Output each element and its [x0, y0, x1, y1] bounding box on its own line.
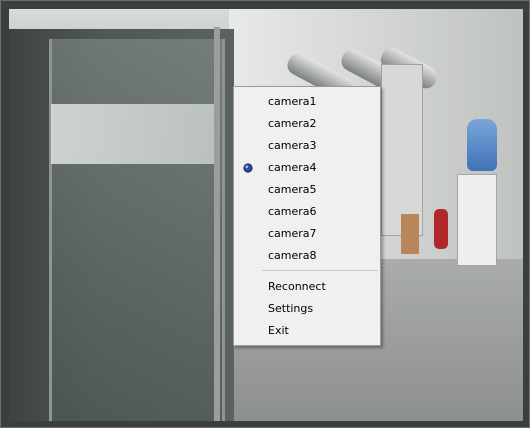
menu-item-label: camera8 [268, 249, 317, 262]
scene-fire-extinguisher [434, 209, 448, 249]
scene-water-bottle [467, 119, 497, 171]
menu-item-label: camera4 [268, 161, 317, 174]
menu-item-camera7[interactable]: camera7 [234, 223, 380, 245]
menu-separator [262, 270, 378, 271]
menu-item-camera6[interactable]: camera6 [234, 201, 380, 223]
menu-item-label: Settings [268, 302, 314, 315]
menu-item-reconnect[interactable]: Reconnect [234, 276, 380, 298]
viewer-window: camera1 camera2 camera3 camera4 camera5 … [0, 0, 530, 428]
menu-item-camera5[interactable]: camera5 [234, 179, 380, 201]
scene-glass-door [49, 39, 225, 421]
menu-item-camera3[interactable]: camera3 [234, 135, 380, 157]
radio-dot-icon [243, 163, 253, 173]
menu-item-label: camera3 [268, 139, 317, 152]
menu-item-label: camera2 [268, 117, 317, 130]
menu-item-camera8[interactable]: camera8 [234, 245, 380, 267]
menu-item-label: camera7 [268, 227, 317, 240]
menu-item-label: camera6 [268, 205, 317, 218]
scene-cabinet [381, 64, 423, 236]
menu-item-label: Reconnect [268, 280, 326, 293]
context-menu: camera1 camera2 camera3 camera4 camera5 … [233, 86, 381, 346]
menu-item-label: camera1 [268, 95, 317, 108]
menu-item-settings[interactable]: Settings [234, 298, 380, 320]
scene-door-signage [51, 104, 219, 164]
menu-item-label: Exit [268, 324, 289, 337]
scene-door-frame [214, 27, 220, 421]
scene-water-cooler [457, 174, 497, 266]
menu-item-label: camera5 [268, 183, 317, 196]
menu-item-camera4[interactable]: camera4 [234, 157, 380, 179]
menu-item-camera2[interactable]: camera2 [234, 113, 380, 135]
menu-item-camera1[interactable]: camera1 [234, 91, 380, 113]
scene-box [401, 214, 419, 254]
menu-item-exit[interactable]: Exit [234, 320, 380, 342]
